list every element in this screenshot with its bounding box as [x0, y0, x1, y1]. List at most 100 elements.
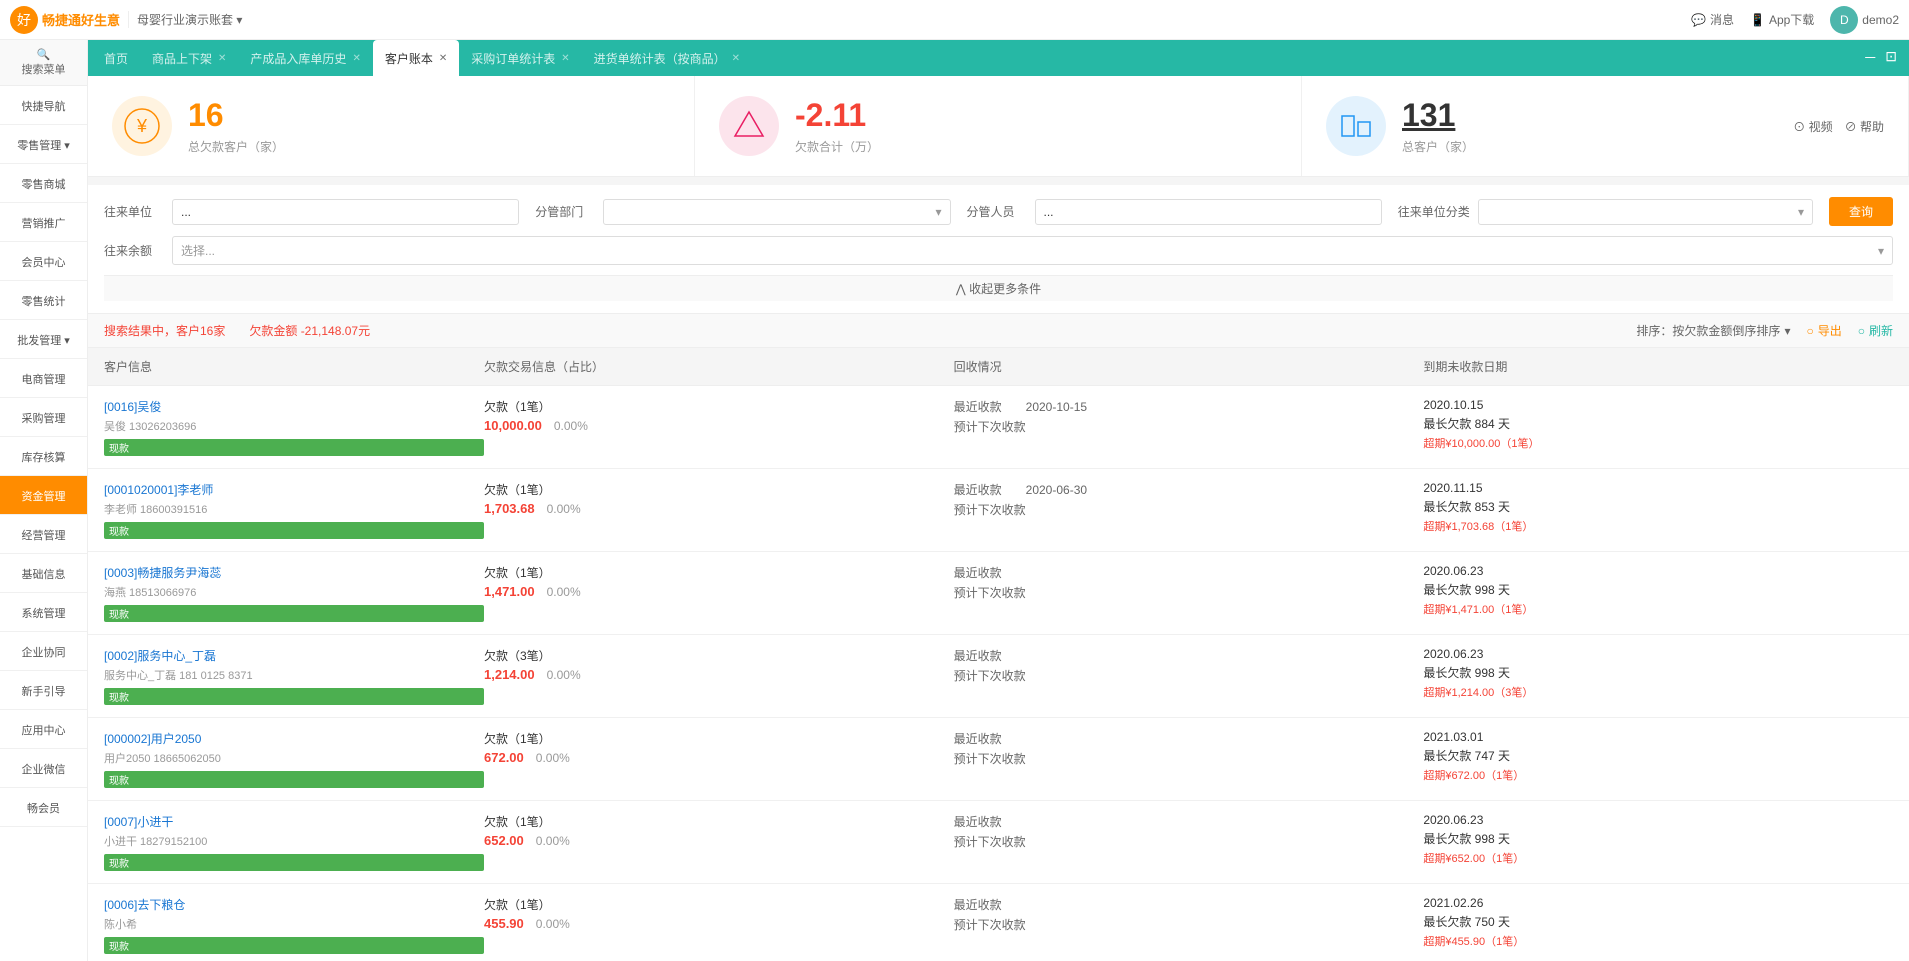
debt-amount-0002: 1,214.00 — [484, 667, 535, 682]
customer-tag-0016: 现款 — [104, 439, 484, 456]
sidebar-search[interactable]: 🔍 搜索菜单 — [0, 40, 87, 86]
tab-product-history-close[interactable]: ✕ — [352, 53, 360, 64]
customer-info-0006: [0006]去下粮仓 陈小希 现款 — [104, 896, 484, 954]
overdue-link-000002[interactable]: 超期¥672.00（1笔） — [1423, 767, 1893, 783]
sidebar-item-basic-info[interactable]: 基础信息 — [0, 554, 87, 593]
total-customers-value: 131 — [1402, 97, 1474, 134]
sidebar-item-ops[interactable]: 经营管理 — [0, 515, 87, 554]
filter-person: 分管人员 ... — [967, 199, 1382, 225]
sidebar-search-label: 搜索菜单 — [8, 61, 79, 77]
tab-customer-account-close[interactable]: ✕ — [439, 53, 447, 64]
sidebar-item-retail-stats[interactable]: 零售统计 — [0, 281, 87, 320]
tab-product-history[interactable]: 产成品入库单历史 ✕ — [238, 40, 372, 76]
sidebar-item-corp-wechat[interactable]: 企业微信 — [0, 749, 87, 788]
debt-amount-0003: 1,471.00 — [484, 584, 535, 599]
customer-info-0003: [0003]畅捷服务尹海蕊 海燕 18513066976 现款 — [104, 564, 484, 622]
overdue-link-0006[interactable]: 超期¥455.90（1笔） — [1423, 933, 1893, 949]
from-unit-input[interactable]: ... — [172, 199, 519, 225]
sidebar-item-sys[interactable]: 系统管理 — [0, 593, 87, 632]
remaining-arrow-icon: ▾ — [1878, 244, 1884, 258]
unit-category-arrow-icon: ▾ — [1798, 205, 1804, 219]
dept-label: 分管部门 — [535, 203, 595, 220]
debt-info-0007: 欠款（1笔） 652.00 0.00% — [484, 813, 954, 871]
filter-unit-category: 往来单位分类 ▾ — [1398, 199, 1813, 225]
tab-inbound-stats[interactable]: 进货单统计表（按商品） ✕ — [582, 40, 752, 76]
overdue-link-0003[interactable]: 超期¥1,471.00（1笔） — [1423, 601, 1893, 617]
collapse-button[interactable]: ⋀ 收起更多条件 — [104, 275, 1893, 301]
sort-select[interactable]: 排序：按欠款金额倒序排序 ▾ — [1636, 322, 1790, 339]
customer-name-0006[interactable]: [0006]去下粮仓 — [104, 896, 484, 913]
industry-selector[interactable]: 母婴行业演示账套 ▾ — [128, 11, 250, 28]
tab-inbound-stats-close[interactable]: ✕ — [732, 53, 740, 64]
sidebar-item-member[interactable]: 会员中心 — [0, 242, 87, 281]
video-btn[interactable]: ⊙ 视频 — [1793, 118, 1832, 135]
sidebar-item-app-center[interactable]: 应用中心 — [0, 710, 87, 749]
sidebar-item-vip[interactable]: 畅会员 — [0, 788, 87, 827]
remaining-label: 往来余额 — [104, 242, 164, 259]
debt-count-0016: 欠款（1笔） — [484, 398, 954, 415]
sidebar-item-retail-mgmt[interactable]: 零售管理 ▾ — [0, 125, 87, 164]
sidebar-item-ecom[interactable]: 电商管理 — [0, 359, 87, 398]
sidebar-item-purchase[interactable]: 采购管理 — [0, 398, 87, 437]
tab-minimize-icon[interactable]: － — [1863, 48, 1877, 68]
next-collection-label-0006: 预计下次收款 — [954, 916, 1424, 933]
tab-purchase-order[interactable]: 采购订单统计表 ✕ — [459, 40, 581, 76]
customer-name-0016[interactable]: [0016]吴俊 — [104, 398, 484, 415]
customer-name-0007[interactable]: [0007]小进干 — [104, 813, 484, 830]
debt-count-0007: 欠款（1笔） — [484, 813, 954, 830]
sidebar-item-finance[interactable]: 资金管理 — [0, 476, 87, 515]
person-dots: ... — [1044, 205, 1054, 219]
sidebar-item-corp-collab[interactable]: 企业协同 — [0, 632, 87, 671]
next-collection-label-0016: 预计下次收款 — [954, 418, 1424, 435]
sidebar-item-quick-nav[interactable]: 快捷导航 — [0, 86, 87, 125]
customer-name-00010200001[interactable]: [0001020001]李老师 — [104, 481, 484, 498]
stat-card-debt-customers: ¥ 16 总欠款客户（家） — [88, 76, 695, 176]
unit-category-select[interactable]: ▾ — [1478, 199, 1813, 225]
tab-home[interactable]: 首页 — [92, 40, 140, 76]
debt-percent-0016: 0.00% — [554, 419, 588, 433]
overdue-link-0002[interactable]: 超期¥1,214.00（3笔） — [1423, 684, 1893, 700]
customer-tag-0002: 现款 — [104, 688, 484, 705]
overdue-link-0007[interactable]: 超期¥652.00（1笔） — [1423, 850, 1893, 866]
customer-name-0003[interactable]: [0003]畅捷服务尹海蕊 — [104, 564, 484, 581]
next-collection-label-000002: 预计下次收款 — [954, 750, 1424, 767]
debt-info-000002: 欠款（1笔） 672.00 0.00% — [484, 730, 954, 788]
sort-label: 排序：按欠款金额倒序排序 — [1636, 322, 1780, 339]
th-recovery: 回收情况 — [954, 358, 1424, 375]
overdue-link-00010200001[interactable]: 超期¥1,703.68（1笔） — [1423, 518, 1893, 534]
sidebar-item-newbie[interactable]: 新手引导 — [0, 671, 87, 710]
search-button[interactable]: 查询 — [1829, 197, 1893, 226]
customer-info-0016: [0016]吴俊 吴俊 13026203696 现款 — [104, 398, 484, 456]
tab-product-listing-close[interactable]: ✕ — [218, 53, 226, 64]
table-row: [0006]去下粮仓 陈小希 现款 欠款（1笔） 455.90 0.00% — [88, 884, 1909, 961]
person-input[interactable]: ... — [1035, 199, 1382, 225]
tab-product-listing[interactable]: 商品上下架 ✕ — [140, 40, 238, 76]
debt-amount-0006: 455.90 — [484, 916, 524, 931]
overdue-days-0002: 最长欠款 998 天 — [1423, 664, 1893, 681]
logo-area: 好 畅捷通好生意 — [10, 6, 120, 34]
sidebar-item-inventory[interactable]: 库存核算 — [0, 437, 87, 476]
tab-customer-account[interactable]: 客户账本 ✕ — [373, 40, 459, 76]
sidebar-item-retail-mall[interactable]: 零售商城 — [0, 164, 87, 203]
debt-info-0003: 欠款（1笔） 1,471.00 0.00% — [484, 564, 954, 622]
message-button[interactable]: 💬 消息 — [1691, 11, 1734, 28]
overdue-link-0016[interactable]: 超期¥10,000.00（1笔） — [1423, 435, 1893, 451]
overdue-days-0007: 最长欠款 998 天 — [1423, 830, 1893, 847]
tab-maximize-icon[interactable]: ⊡ — [1885, 48, 1897, 68]
customer-name-0002[interactable]: [0002]服务中心_丁磊 — [104, 647, 484, 664]
user-profile[interactable]: D demo2 — [1830, 6, 1899, 34]
sidebar-item-marketing[interactable]: 营销推广 — [0, 203, 87, 242]
tab-purchase-order-close[interactable]: ✕ — [561, 53, 569, 64]
overdue-info-0007: 2020.06.23 最长欠款 998 天 超期¥652.00（1笔） — [1423, 813, 1893, 871]
table-row: [000002]用户2050 用户2050 18665062050 现款 欠款（… — [88, 718, 1909, 801]
help-btn[interactable]: ⊘ 帮助 — [1845, 118, 1884, 135]
sidebar-item-batch-mgmt[interactable]: 批发管理 ▾ — [0, 320, 87, 359]
dept-select[interactable]: ▾ — [603, 199, 950, 225]
tab-product-listing-label: 商品上下架 — [152, 50, 212, 67]
last-collection-label-000002: 最近收款 — [954, 730, 1424, 747]
remaining-select[interactable]: 选择... ▾ — [172, 236, 1893, 265]
refresh-button[interactable]: ○ 刷新 — [1858, 322, 1893, 339]
app-download-button[interactable]: 📱 App下载 — [1750, 11, 1814, 28]
customer-name-000002[interactable]: [000002]用户2050 — [104, 730, 484, 747]
export-button[interactable]: ○ 导出 — [1806, 322, 1841, 339]
